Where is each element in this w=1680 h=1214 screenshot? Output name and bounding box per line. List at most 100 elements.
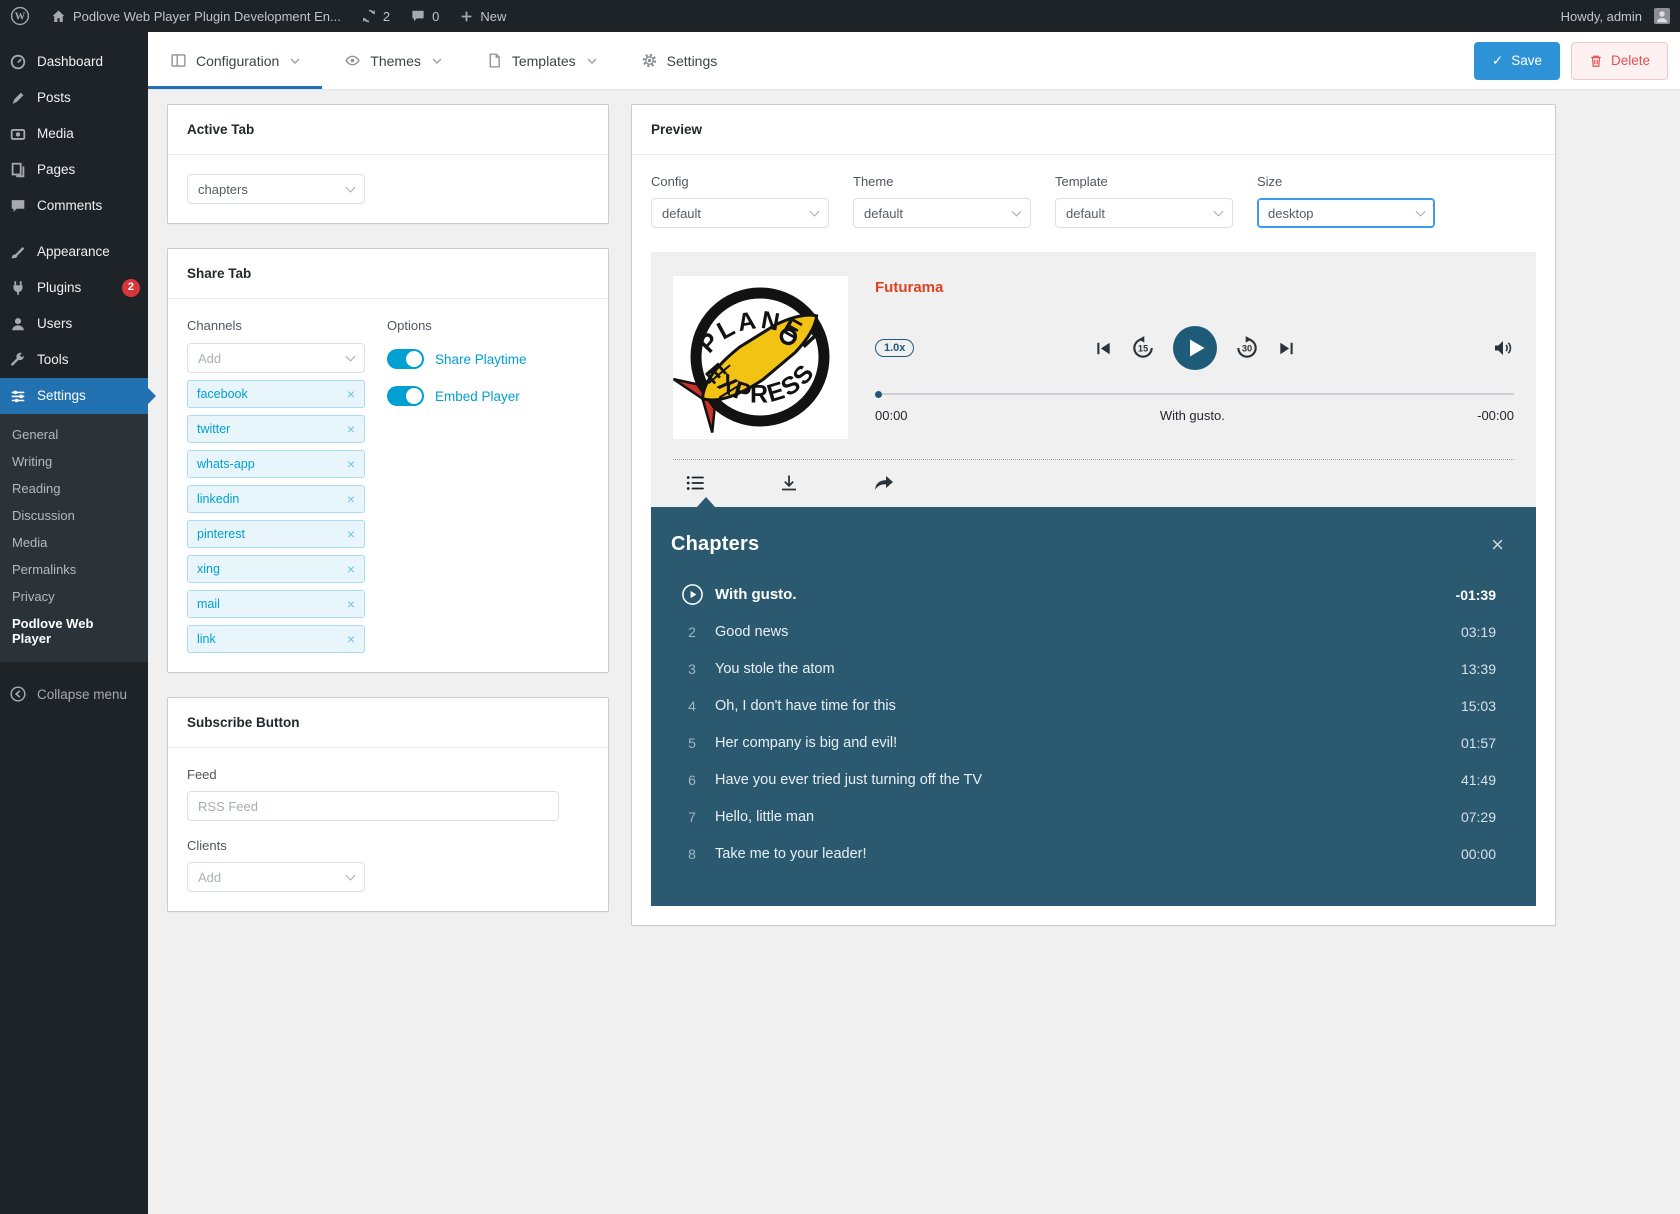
channels-label: Channels <box>187 318 242 333</box>
preview-card: Preview Config default Theme default Tem… <box>631 104 1556 926</box>
chapter-row[interactable]: 7 Hello, little man 07:29 <box>671 798 1506 835</box>
config-select[interactable]: default <box>651 198 829 228</box>
playback-rate-button[interactable]: 1.0x <box>875 339 915 357</box>
remove-channel-icon[interactable]: × <box>347 422 355 436</box>
howdy-text: Howdy, admin <box>1560 8 1642 24</box>
volume-icon[interactable] <box>1492 337 1514 359</box>
forward-30-button[interactable]: 30 <box>1234 335 1260 361</box>
tab-settings[interactable]: Settings <box>619 32 740 89</box>
submenu-permalinks[interactable]: Permalinks <box>0 556 148 583</box>
share-playtime-option: Share Playtime <box>387 348 527 370</box>
updates-indicator[interactable]: 2 <box>351 0 400 32</box>
chapter-row[interactable]: 6 Have you ever tried just turning off t… <box>671 761 1506 798</box>
my-account-menu[interactable]: Howdy, admin <box>1551 0 1680 32</box>
wordpress-logo-icon: W <box>10 6 30 26</box>
sidebar-item-appearance[interactable]: Appearance <box>0 234 148 270</box>
submenu-reading[interactable]: Reading <box>0 475 148 502</box>
avatar <box>1654 8 1670 24</box>
channel-tag-link: link × <box>187 625 365 653</box>
tab-templates[interactable]: Templates <box>464 32 619 89</box>
download-tab-icon[interactable] <box>779 473 799 507</box>
progress-bar[interactable] <box>875 389 1514 399</box>
remove-channel-icon[interactable]: × <box>347 562 355 576</box>
submenu-general[interactable]: General <box>0 421 148 448</box>
svg-text:W: W <box>15 12 26 23</box>
preview-card-title: Preview <box>632 105 1555 155</box>
preview-controls: Config default Theme default Template de… <box>651 174 1536 228</box>
active-tab-select[interactable]: chapters <box>187 174 365 204</box>
chapter-row[interactable]: With gusto. -01:39 <box>671 576 1506 613</box>
remove-channel-icon[interactable]: × <box>347 527 355 541</box>
sidebar-item-plugins[interactable]: Plugins 2 <box>0 270 148 306</box>
sidebar-item-settings[interactable]: Settings <box>0 378 148 414</box>
sidebar-item-pages[interactable]: Pages <box>0 152 148 188</box>
size-select-group: Size desktop <box>1257 174 1435 228</box>
share-playtime-toggle[interactable] <box>387 349 424 369</box>
embed-player-toggle[interactable] <box>387 386 424 406</box>
chevron-down-icon <box>1011 206 1022 217</box>
submenu-discussion[interactable]: Discussion <box>0 502 148 529</box>
channel-tag-whats-app: whats-app × <box>187 450 365 478</box>
submenu-privacy[interactable]: Privacy <box>0 583 148 610</box>
site-menu[interactable]: Podlove Web Player Plugin Development En… <box>40 0 351 32</box>
menu-separator <box>0 224 148 234</box>
feed-input[interactable] <box>187 791 559 821</box>
collapse-menu-button[interactable]: Collapse menu <box>0 676 148 712</box>
template-select[interactable]: default <box>1055 198 1233 228</box>
sidebar-item-media[interactable]: Media <box>0 116 148 152</box>
sidebar-item-users[interactable]: Users <box>0 306 148 342</box>
chapter-row[interactable]: 2 Good news 03:19 <box>671 613 1506 650</box>
document-icon <box>486 52 503 69</box>
sidebar-item-tools[interactable]: Tools <box>0 342 148 378</box>
wordpress-logo-menu[interactable]: W <box>0 0 40 32</box>
episode-poster: PLANET EXPRESS <box>673 276 848 439</box>
chapter-row[interactable]: 8 Take me to your leader! 00:00 <box>671 835 1506 872</box>
chapter-row[interactable]: 5 Her company is big and evil! 01:57 <box>671 724 1506 761</box>
sidebar-item-posts[interactable]: Posts <box>0 80 148 116</box>
toolbar-actions: ✓ Save Delete <box>1473 32 1680 89</box>
admin-bar-left: W Podlove Web Player Plugin Development … <box>0 0 516 32</box>
delete-button[interactable]: Delete <box>1570 41 1668 80</box>
new-content-menu[interactable]: New <box>449 0 516 32</box>
share-tab-icon[interactable] <box>873 473 895 507</box>
progress-track <box>875 393 1514 395</box>
previous-chapter-button[interactable] <box>1094 339 1113 358</box>
submenu-podlove-web-player[interactable]: Podlove Web Player <box>0 610 148 652</box>
save-button[interactable]: ✓ Save <box>1473 41 1560 80</box>
remove-channel-icon[interactable]: × <box>347 457 355 471</box>
remove-channel-icon[interactable]: × <box>347 632 355 646</box>
size-select[interactable]: desktop <box>1257 198 1435 228</box>
comment-bubble-icon <box>410 8 426 24</box>
tab-themes[interactable]: Themes <box>322 32 464 89</box>
rewind-15-button[interactable]: 15 <box>1130 335 1156 361</box>
chapter-row[interactable]: 3 You stole the atom 13:39 <box>671 650 1506 687</box>
add-channel-select[interactable]: Add <box>187 343 365 373</box>
toggle-knob <box>406 351 422 367</box>
submenu-media[interactable]: Media <box>0 529 148 556</box>
sidebar-item-dashboard[interactable]: Dashboard <box>0 44 148 80</box>
remove-channel-icon[interactable]: × <box>347 492 355 506</box>
add-client-select[interactable]: Add <box>187 862 365 892</box>
tab-configuration[interactable]: Configuration <box>148 32 323 89</box>
update-icon <box>361 8 377 24</box>
appearance-icon <box>8 242 28 262</box>
player-tab-icons <box>673 459 1514 507</box>
submenu-writing[interactable]: Writing <box>0 448 148 475</box>
sidebar-item-comments[interactable]: Comments <box>0 188 148 224</box>
play-button[interactable] <box>1172 326 1217 370</box>
left-column: Active Tab chapters Share Tab Channels A… <box>167 104 609 912</box>
remove-channel-icon[interactable]: × <box>347 387 355 401</box>
settings-submenu: General Writing Reading Discussion Media… <box>0 414 148 662</box>
close-icon[interactable]: × <box>1491 533 1504 556</box>
channels-column: Channels Add facebook × twitter × whats-… <box>187 318 365 653</box>
progress-handle[interactable] <box>875 390 882 398</box>
next-chapter-button[interactable] <box>1277 339 1296 358</box>
remove-channel-icon[interactable]: × <box>347 597 355 611</box>
chapter-row[interactable]: 4 Oh, I don't have time for this 15:03 <box>671 687 1506 724</box>
pages-icon <box>8 160 28 180</box>
theme-select[interactable]: default <box>853 198 1031 228</box>
chapters-panel: Chapters × With gusto. -01:39 2 Good new… <box>651 507 1536 906</box>
chevron-down-icon <box>345 351 356 362</box>
comments-indicator[interactable]: 0 <box>400 0 449 32</box>
active-tab-pointer <box>697 497 715 507</box>
